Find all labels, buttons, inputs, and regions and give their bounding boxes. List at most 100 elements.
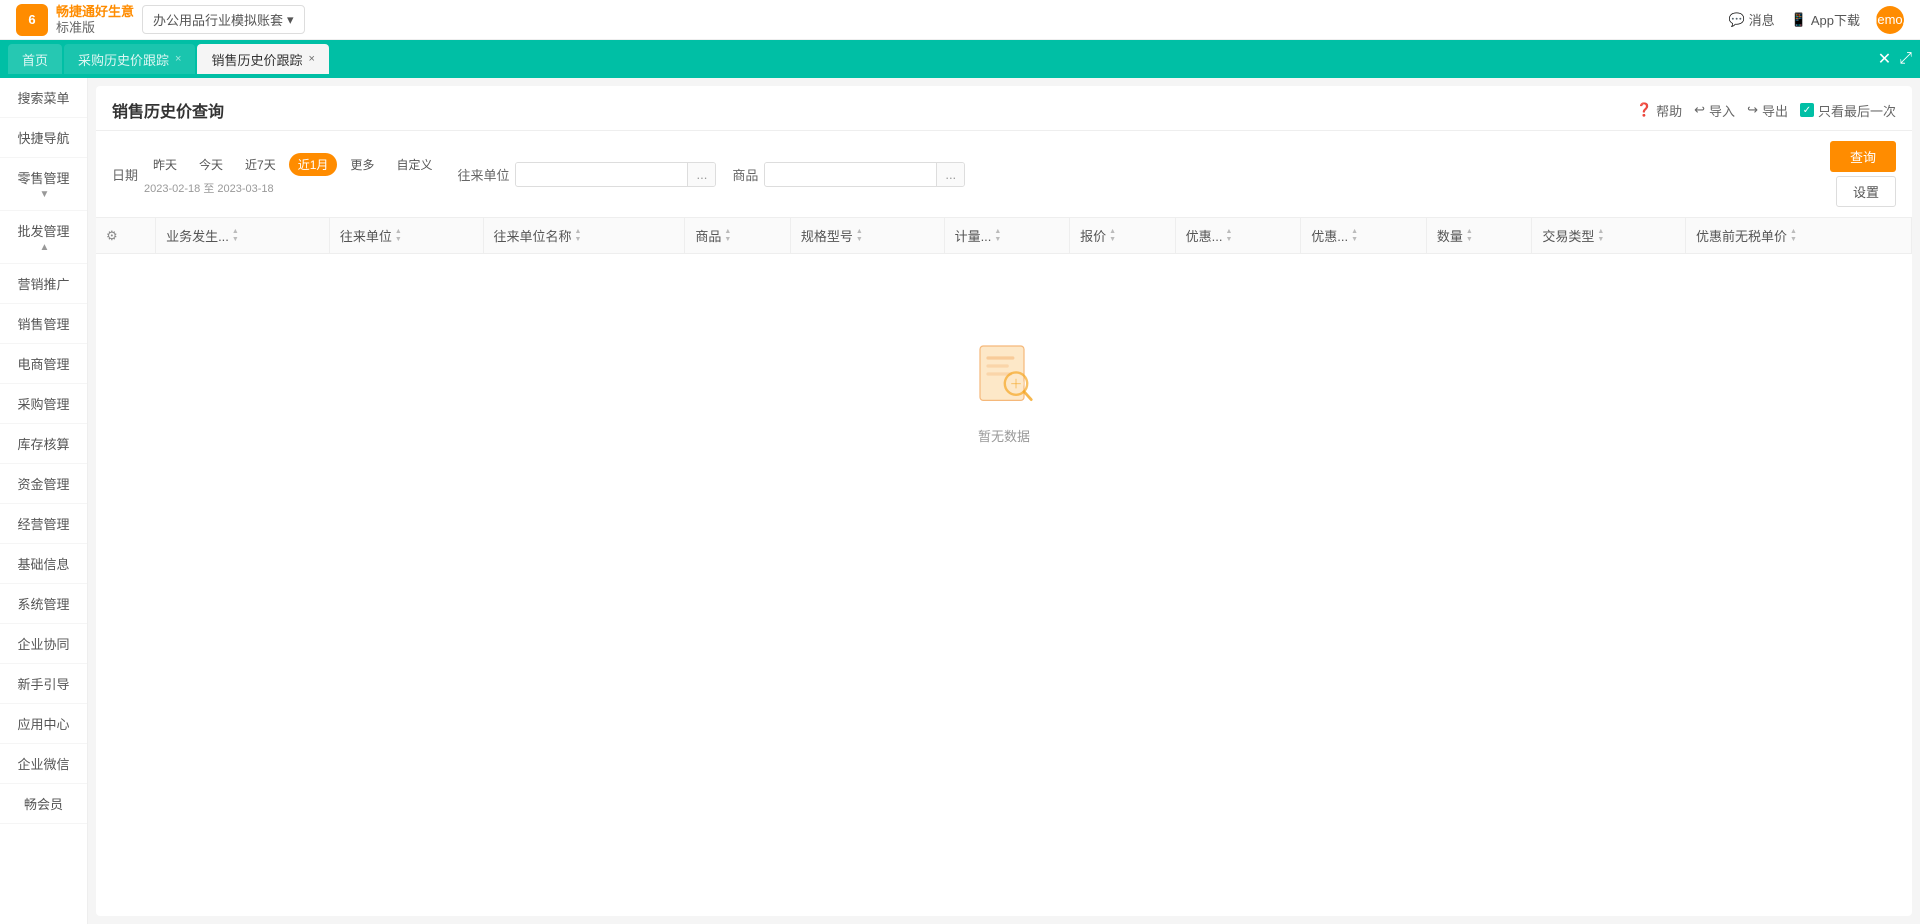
export-btn[interactable]: ↪ 导出 bbox=[1747, 101, 1788, 120]
sidebar-label: 快捷导航 bbox=[17, 128, 69, 147]
sidebar-item-app-center[interactable]: 应用中心 bbox=[0, 704, 87, 744]
date-btn-1month[interactable]: 近1月 bbox=[289, 153, 338, 176]
partner-picker-btn[interactable]: ... bbox=[687, 163, 715, 186]
sidebar-label: 新手引导 bbox=[17, 674, 69, 693]
download-icon: 📱 bbox=[1791, 12, 1807, 28]
top-bar-left: 6 畅捷通好生意 标准版 办公用品行业模拟账套 ▾ bbox=[16, 4, 305, 36]
sort-asc-icon: ▲ bbox=[232, 228, 239, 235]
product-picker-btn[interactable]: ... bbox=[936, 163, 964, 186]
close-tab-purchase[interactable]: × bbox=[175, 53, 181, 65]
sidebar-label: 零售管理 bbox=[17, 168, 69, 187]
product-filter-group: 商品 ... bbox=[732, 162, 965, 187]
only-last-checkbox-group[interactable]: ✓ 只看最后一次 bbox=[1800, 101, 1896, 120]
partner-filter-group: 往来单位 ... bbox=[457, 162, 716, 187]
partner-input[interactable] bbox=[516, 163, 687, 185]
col-qty[interactable]: 数量 ▲▼ bbox=[1426, 218, 1532, 254]
message-icon: 💬 bbox=[1728, 12, 1744, 28]
empty-state: 暂无数据 bbox=[96, 254, 1912, 525]
sidebar-label: 电商管理 bbox=[17, 354, 69, 373]
date-btn-today[interactable]: 今天 bbox=[190, 153, 232, 176]
sidebar-item-search-menu[interactable]: 搜索菜单 bbox=[0, 78, 87, 118]
close-tab-sales[interactable]: × bbox=[308, 53, 314, 65]
import-btn[interactable]: ↩ 导入 bbox=[1694, 101, 1735, 120]
partner-label: 往来单位 bbox=[457, 165, 509, 184]
settings-button[interactable]: 设置 bbox=[1836, 176, 1896, 207]
sidebar-item-retail[interactable]: 零售管理 ▼ bbox=[0, 158, 87, 211]
app-title: 畅捷通好生意 标准版 bbox=[56, 4, 134, 35]
sidebar-label: 营销推广 bbox=[17, 274, 69, 293]
date-filter-col: 昨天 今天 近7天 近1月 更多 自定义 2023-02-18 至 2023-0… bbox=[144, 153, 441, 196]
sidebar-item-basic-info[interactable]: 基础信息 bbox=[0, 544, 87, 584]
page-container: 销售历史价查询 ❓ 帮助 ↩ 导入 ↪ 导出 ✓ bbox=[96, 86, 1912, 916]
tab-sales-history[interactable]: 销售历史价跟踪 × bbox=[197, 44, 328, 74]
col-unit[interactable]: 计量... ▲▼ bbox=[944, 218, 1070, 254]
sidebar-label: 系统管理 bbox=[17, 594, 69, 613]
sidebar-item-purchase[interactable]: 采购管理 bbox=[0, 384, 87, 424]
sidebar-label: 资金管理 bbox=[17, 474, 69, 493]
col-partner-name[interactable]: 往来单位名称 ▲▼ bbox=[483, 218, 685, 254]
date-btn-7days[interactable]: 近7天 bbox=[236, 153, 285, 176]
content-area: 销售历史价查询 ❓ 帮助 ↩ 导入 ↪ 导出 ✓ bbox=[88, 78, 1920, 924]
account-selector[interactable]: 办公用品行业模拟账套 ▾ bbox=[142, 5, 305, 34]
col-biz-date[interactable]: 业务发生... ▲ ▼ bbox=[156, 218, 330, 254]
date-filter-group: 日期 昨天 今天 近7天 近1月 更多 自定义 2023-02-18 至 202… bbox=[112, 153, 441, 196]
message-btn[interactable]: 💬 消息 bbox=[1728, 10, 1774, 29]
sidebar-item-inventory[interactable]: 库存核算 bbox=[0, 424, 87, 464]
chevron-down-icon: ▾ bbox=[287, 12, 294, 28]
tab-home[interactable]: 首页 bbox=[8, 44, 62, 74]
export-icon: ↪ bbox=[1747, 102, 1758, 118]
top-bar: 6 畅捷通好生意 标准版 办公用品行业模拟账套 ▾ 💬 消息 📱 App下载 d… bbox=[0, 0, 1920, 40]
chevron-up-icon: ▲ bbox=[40, 242, 50, 253]
sidebar-item-wholesale[interactable]: 批发管理 ▲ bbox=[0, 211, 87, 264]
sidebar-item-enterprise-wechat[interactable]: 企业微信 bbox=[0, 744, 87, 784]
only-last-checkbox[interactable]: ✓ bbox=[1800, 103, 1814, 117]
date-btn-yesterday[interactable]: 昨天 bbox=[144, 153, 186, 176]
user-profile[interactable]: demo2 bbox=[1876, 6, 1904, 34]
date-btn-custom[interactable]: 自定义 bbox=[387, 153, 441, 176]
sidebar-item-marketing[interactable]: 营销推广 bbox=[0, 264, 87, 304]
sidebar-item-finance[interactable]: 资金管理 bbox=[0, 464, 87, 504]
col-gear[interactable]: ⚙ bbox=[96, 218, 156, 254]
sidebar-label: 经营管理 bbox=[17, 514, 69, 533]
tab-purchase-history[interactable]: 采购历史价跟踪 × bbox=[64, 44, 195, 74]
sidebar-item-newbie[interactable]: 新手引导 bbox=[0, 664, 87, 704]
sidebar-item-ops[interactable]: 经营管理 bbox=[0, 504, 87, 544]
date-range-display: 2023-02-18 至 2023-03-18 bbox=[144, 180, 441, 196]
app-logo: 6 bbox=[16, 4, 48, 36]
sidebar-label: 采购管理 bbox=[17, 394, 69, 413]
col-trade-type[interactable]: 交易类型 ▲▼ bbox=[1532, 218, 1686, 254]
page-title: 销售历史价查询 bbox=[112, 98, 224, 122]
col-partner-code[interactable]: 往来单位 ▲▼ bbox=[329, 218, 483, 254]
close-window-btn[interactable]: ✕ bbox=[1878, 49, 1891, 69]
col-spec[interactable]: 规格型号 ▲▼ bbox=[790, 218, 944, 254]
help-icon: ❓ bbox=[1636, 102, 1652, 118]
col-product[interactable]: 商品 ▲▼ bbox=[685, 218, 791, 254]
sidebar-item-sales[interactable]: 销售管理 bbox=[0, 304, 87, 344]
col-discount1[interactable]: 优惠... ▲▼ bbox=[1175, 218, 1301, 254]
col-quote[interactable]: 报价 ▲▼ bbox=[1070, 218, 1176, 254]
sidebar: 搜索菜单 快捷导航 零售管理 ▼ 批发管理 ▲ 营销推广 销售管理 电商管理 采… bbox=[0, 78, 88, 924]
date-btn-more[interactable]: 更多 bbox=[341, 153, 383, 176]
page-header: 销售历史价查询 ❓ 帮助 ↩ 导入 ↪ 导出 ✓ bbox=[96, 86, 1912, 131]
filter-right-actions: 查询 设置 bbox=[1830, 141, 1896, 207]
sidebar-item-member[interactable]: 畅会员 bbox=[0, 784, 87, 824]
sidebar-item-system[interactable]: 系统管理 bbox=[0, 584, 87, 624]
app-download-btn[interactable]: 📱 App下载 bbox=[1791, 10, 1860, 29]
product-input[interactable] bbox=[765, 163, 936, 185]
sidebar-item-quick-nav[interactable]: 快捷导航 bbox=[0, 118, 87, 158]
col-discount2[interactable]: 优惠... ▲▼ bbox=[1301, 218, 1427, 254]
help-btn[interactable]: ❓ 帮助 bbox=[1636, 101, 1682, 120]
fullscreen-btn[interactable]: ⤢ bbox=[1899, 50, 1912, 68]
gear-icon[interactable]: ⚙ bbox=[106, 228, 118, 243]
table-container: ⚙ 业务发生... ▲ ▼ bbox=[96, 218, 1912, 916]
sidebar-label: 搜索菜单 bbox=[17, 88, 69, 107]
data-table: ⚙ 业务发生... ▲ ▼ bbox=[96, 218, 1912, 254]
sidebar-item-ecom[interactable]: 电商管理 bbox=[0, 344, 87, 384]
sidebar-item-enterprise-collab[interactable]: 企业协同 bbox=[0, 624, 87, 664]
avatar: demo2 bbox=[1876, 6, 1904, 34]
tab-bar-actions: ✕ ⤢ bbox=[1878, 49, 1912, 69]
top-bar-right: 💬 消息 📱 App下载 demo2 bbox=[1728, 6, 1904, 34]
col-pre-tax-price[interactable]: 优惠前无税单价 ▲▼ bbox=[1686, 218, 1912, 254]
query-button[interactable]: 查询 bbox=[1830, 141, 1896, 172]
page-actions: ❓ 帮助 ↩ 导入 ↪ 导出 ✓ 只看最后一次 bbox=[1636, 101, 1896, 120]
